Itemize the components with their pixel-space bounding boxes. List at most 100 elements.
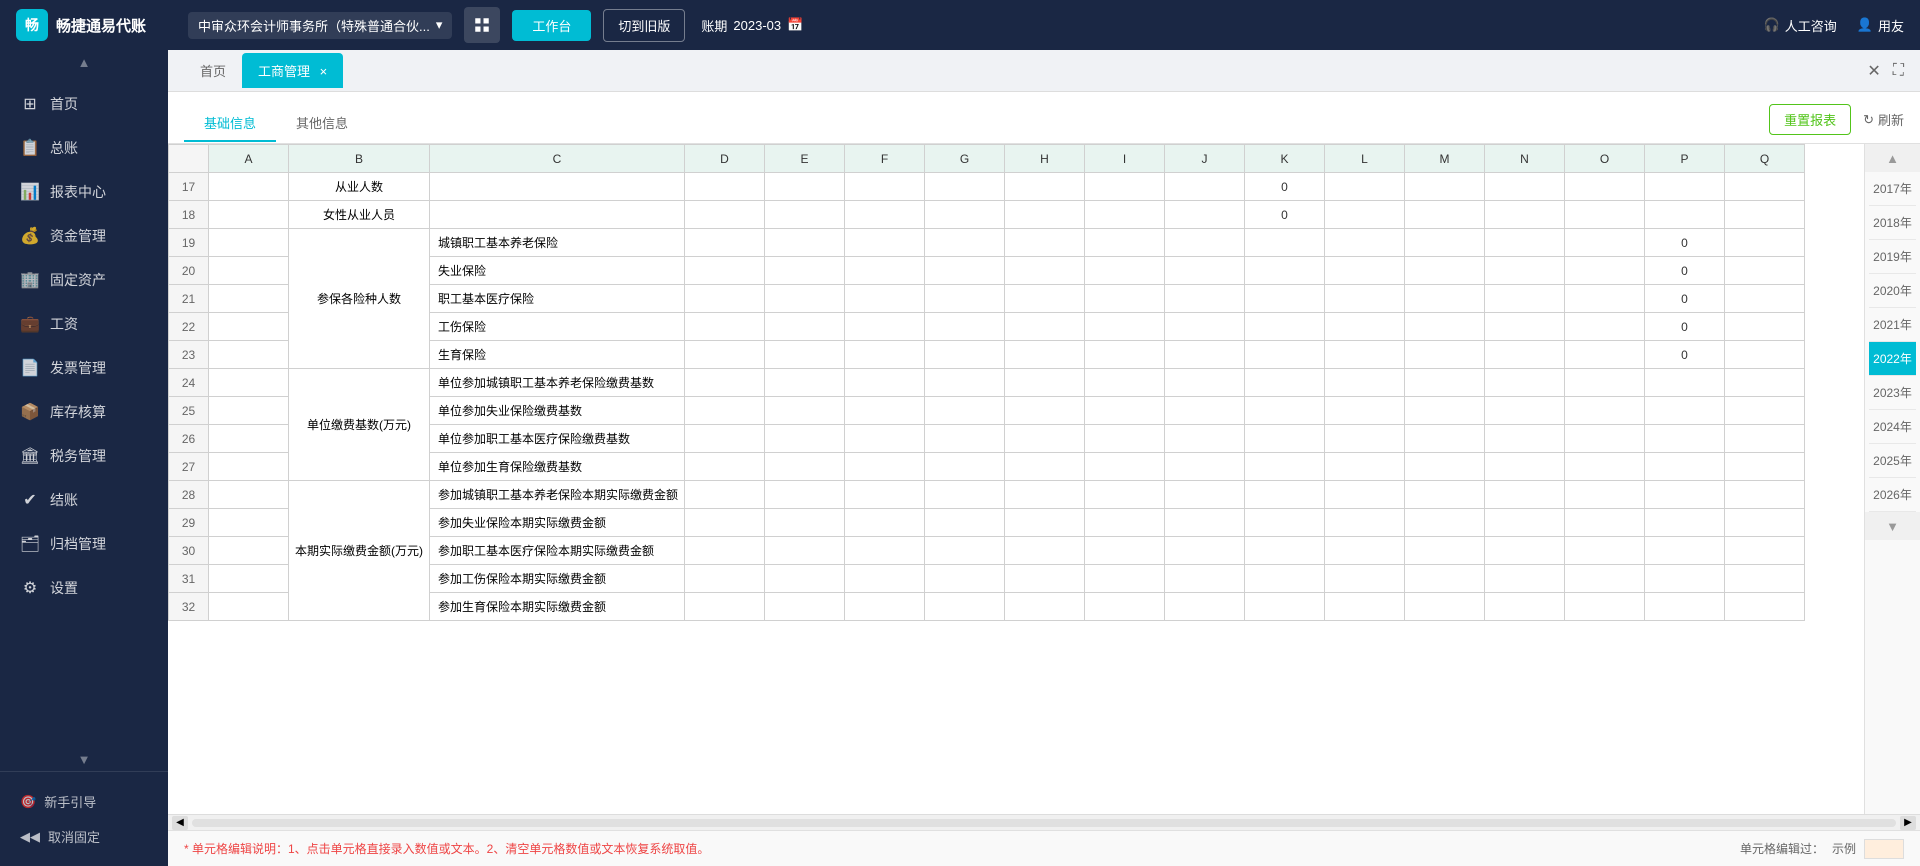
cell-f[interactable]: [845, 257, 925, 285]
cell-j[interactable]: [1165, 509, 1245, 537]
cell-d[interactable]: [685, 341, 765, 369]
cell-g[interactable]: [925, 285, 1005, 313]
cell-m[interactable]: [1405, 397, 1485, 425]
cell-m[interactable]: [1405, 369, 1485, 397]
year-item[interactable]: 2021年: [1869, 308, 1916, 342]
cell-d[interactable]: [685, 369, 765, 397]
cell-d[interactable]: [685, 313, 765, 341]
cell-g[interactable]: [925, 565, 1005, 593]
cell-c[interactable]: 城镇职工基本养老保险: [430, 229, 685, 257]
sub-tab-other[interactable]: 其他信息: [276, 105, 368, 142]
cell-p[interactable]: [1645, 201, 1725, 229]
cell-i[interactable]: [1085, 481, 1165, 509]
cell-f[interactable]: [845, 537, 925, 565]
cell-l[interactable]: [1325, 341, 1405, 369]
cell-j[interactable]: [1165, 537, 1245, 565]
cell-k[interactable]: [1245, 397, 1325, 425]
cell-k[interactable]: [1245, 229, 1325, 257]
cell-q[interactable]: [1725, 565, 1805, 593]
cell-k[interactable]: [1245, 537, 1325, 565]
cell-h[interactable]: [1005, 481, 1085, 509]
cell-k[interactable]: [1245, 369, 1325, 397]
cell-l[interactable]: [1325, 285, 1405, 313]
cell-h[interactable]: [1005, 173, 1085, 201]
cell-q[interactable]: [1725, 313, 1805, 341]
cell-d[interactable]: [685, 593, 765, 621]
cell-p[interactable]: [1645, 509, 1725, 537]
year-item[interactable]: 2023年: [1869, 376, 1916, 410]
year-item[interactable]: 2024年: [1869, 410, 1916, 444]
cell-c[interactable]: [430, 201, 685, 229]
cell-f[interactable]: [845, 565, 925, 593]
h-scroll-right[interactable]: ▶: [1900, 816, 1916, 830]
cell-m[interactable]: [1405, 173, 1485, 201]
sidebar-scroll-up[interactable]: ▲: [0, 50, 168, 74]
cell-j[interactable]: [1165, 425, 1245, 453]
cell-n[interactable]: [1485, 481, 1565, 509]
cell-n[interactable]: [1485, 593, 1565, 621]
sidebar-item-settings[interactable]: ⚙ 设置: [0, 566, 168, 610]
cell-d[interactable]: [685, 509, 765, 537]
cell-h[interactable]: [1005, 257, 1085, 285]
cell-a[interactable]: [209, 425, 289, 453]
cell-b-category[interactable]: 参保各险种人数: [289, 229, 430, 369]
cell-q[interactable]: [1725, 509, 1805, 537]
cell-d[interactable]: [685, 481, 765, 509]
cell-p[interactable]: [1645, 537, 1725, 565]
cell-a[interactable]: [209, 201, 289, 229]
cell-f[interactable]: [845, 341, 925, 369]
cell-f[interactable]: [845, 313, 925, 341]
cell-i[interactable]: [1085, 173, 1165, 201]
cell-j[interactable]: [1165, 453, 1245, 481]
cell-j[interactable]: [1165, 229, 1245, 257]
cell-l[interactable]: [1325, 565, 1405, 593]
cell-k[interactable]: [1245, 481, 1325, 509]
cell-k[interactable]: [1245, 565, 1325, 593]
cell-m[interactable]: [1405, 229, 1485, 257]
cell-i[interactable]: [1085, 537, 1165, 565]
cell-j[interactable]: [1165, 369, 1245, 397]
spreadsheet-container[interactable]: A B C D E F G H I J K L: [168, 144, 1864, 814]
cell-j[interactable]: [1165, 397, 1245, 425]
cell-n[interactable]: [1485, 425, 1565, 453]
cell-h[interactable]: [1005, 537, 1085, 565]
cell-g[interactable]: [925, 229, 1005, 257]
cell-o[interactable]: [1565, 313, 1645, 341]
year-item[interactable]: 2022年: [1869, 342, 1916, 376]
cell-j[interactable]: [1165, 593, 1245, 621]
cell-q[interactable]: [1725, 425, 1805, 453]
cell-a[interactable]: [209, 397, 289, 425]
sidebar-item-payroll[interactable]: 💼 工资: [0, 302, 168, 346]
sidebar-item-tax[interactable]: 🏛 税务管理: [0, 434, 168, 478]
cell-p[interactable]: [1645, 369, 1725, 397]
cell-o[interactable]: [1565, 593, 1645, 621]
cell-o[interactable]: [1565, 397, 1645, 425]
sidebar-item-home[interactable]: ⊞ 首页: [0, 82, 168, 126]
cell-n[interactable]: [1485, 397, 1565, 425]
cell-o[interactable]: [1565, 537, 1645, 565]
cell-g[interactable]: [925, 397, 1005, 425]
cell-d[interactable]: [685, 229, 765, 257]
cell-n[interactable]: [1485, 537, 1565, 565]
cell-q[interactable]: [1725, 593, 1805, 621]
cell-n[interactable]: [1485, 285, 1565, 313]
cell-p[interactable]: [1645, 425, 1725, 453]
cell-m[interactable]: [1405, 565, 1485, 593]
cell-c[interactable]: 参加失业保险本期实际缴费金额: [430, 509, 685, 537]
cell-o[interactable]: [1565, 453, 1645, 481]
cell-c[interactable]: 单位参加失业保险缴费基数: [430, 397, 685, 425]
cell-m[interactable]: [1405, 285, 1485, 313]
cell-h[interactable]: [1005, 369, 1085, 397]
workbench-button[interactable]: 工作台: [512, 10, 591, 41]
cell-n[interactable]: [1485, 341, 1565, 369]
cell-o[interactable]: [1565, 229, 1645, 257]
cell-a[interactable]: [209, 173, 289, 201]
cell-l[interactable]: [1325, 453, 1405, 481]
cell-k[interactable]: [1245, 341, 1325, 369]
cell-n[interactable]: [1485, 565, 1565, 593]
cell-o[interactable]: [1565, 369, 1645, 397]
cell-f[interactable]: [845, 593, 925, 621]
cell-h[interactable]: [1005, 509, 1085, 537]
cell-f[interactable]: [845, 173, 925, 201]
sidebar-item-archive[interactable]: 🗂 归档管理: [0, 522, 168, 566]
